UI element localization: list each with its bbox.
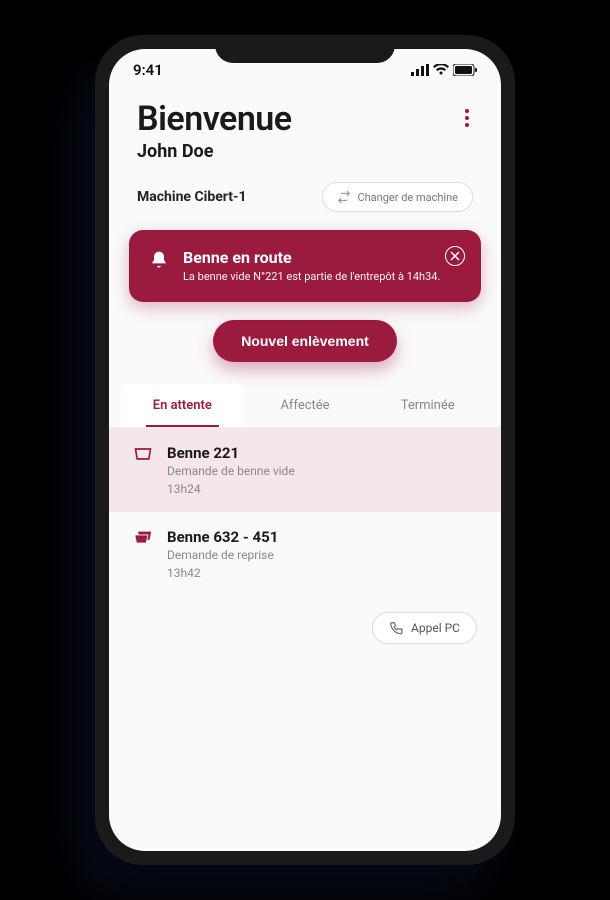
phone-icon: [389, 621, 403, 635]
phone-screen: 9:41 Bienvenue John Doe Machine Cibert-1: [109, 49, 501, 851]
alert-body: Benne en route La benne vide N°221 est p…: [183, 248, 440, 284]
alert-close-button[interactable]: [445, 246, 465, 266]
item-title: Benne 632 - 451: [167, 528, 278, 546]
new-pickup-button[interactable]: Nouvel enlèvement: [213, 320, 397, 362]
tabs: En attente Affectée Terminée: [109, 384, 501, 428]
bins-icon: [133, 530, 153, 580]
list-item[interactable]: Benne 632 - 451 Demande de reprise 13h42: [109, 512, 501, 596]
tab-pending[interactable]: En attente: [121, 384, 244, 427]
wifi-icon: [433, 64, 449, 76]
list-item-body: Benne 221 Demande de benne vide 13h24: [167, 444, 295, 496]
main-content: Bienvenue John Doe Machine Cibert-1 Chan…: [109, 83, 501, 851]
machine-label: Machine Cibert-1: [137, 189, 247, 205]
alert-title: Benne en route: [183, 248, 440, 267]
call-pc-button[interactable]: Appel PC: [372, 612, 477, 644]
bell-icon: [149, 250, 169, 284]
item-time: 13h24: [167, 482, 295, 496]
footer: Appel PC: [109, 596, 501, 664]
more-menu-button[interactable]: [461, 99, 473, 137]
close-icon: [450, 251, 460, 261]
phone-frame: 9:41 Bienvenue John Doe Machine Cibert-1: [95, 35, 515, 865]
change-machine-button[interactable]: Changer de machine: [322, 182, 473, 212]
alert-card: Benne en route La benne vide N°221 est p…: [129, 230, 481, 302]
tab-assigned[interactable]: Affectée: [244, 384, 367, 427]
tab-done[interactable]: Terminée: [366, 384, 489, 427]
swap-icon: [337, 190, 351, 204]
machine-row: Machine Cibert-1 Changer de machine: [109, 178, 501, 230]
dots-icon: [465, 109, 469, 113]
status-indicators: [411, 64, 477, 76]
header-row: Bienvenue: [109, 91, 501, 139]
battery-icon: [453, 64, 477, 76]
status-time: 9:41: [133, 61, 163, 79]
alert-description: La benne vide N°221 est partie de l'entr…: [183, 269, 440, 284]
bin-icon: [133, 446, 153, 496]
phone-notch: [215, 35, 395, 63]
page-title: Bienvenue: [137, 99, 292, 139]
signal-icon: [411, 64, 429, 76]
item-title: Benne 221: [167, 444, 295, 462]
item-subtitle: Demande de benne vide: [167, 464, 295, 478]
list-item-body: Benne 632 - 451 Demande de reprise 13h42: [167, 528, 278, 580]
item-time: 13h42: [167, 566, 278, 580]
call-pc-label: Appel PC: [411, 621, 460, 635]
list-item[interactable]: Benne 221 Demande de benne vide 13h24: [109, 428, 501, 512]
username-label: John Doe: [109, 139, 501, 178]
item-subtitle: Demande de reprise: [167, 548, 278, 562]
change-machine-label: Changer de machine: [357, 191, 458, 204]
